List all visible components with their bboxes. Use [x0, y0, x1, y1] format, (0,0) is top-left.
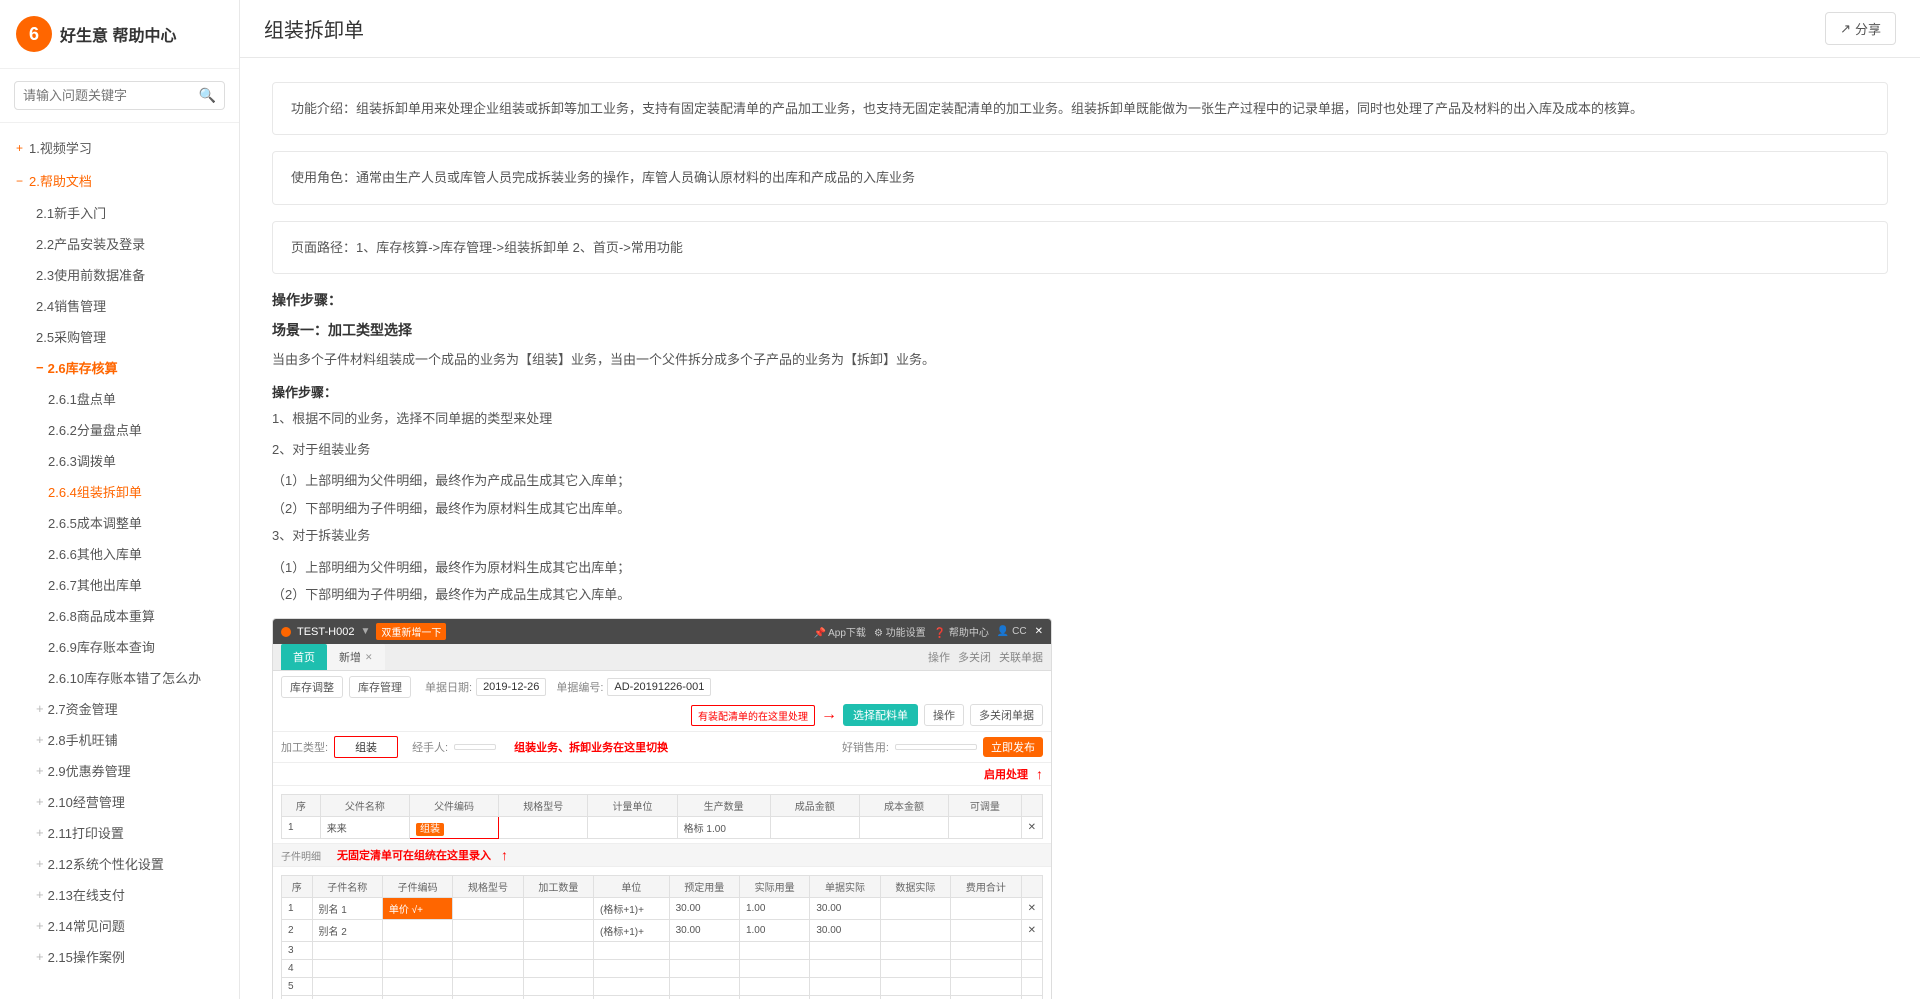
- sidebar-item-n23[interactable]: 2.3使用前数据准备: [0, 259, 239, 290]
- main-content: 组装拆卸单 ↗ 分享 功能介绍：组装拆卸单用来处理企业组装或拆卸等加工业务，支持…: [240, 0, 1920, 999]
- step3-1-text: （1）上部明细为父件明细，最终作为原材料生成其它出库单；: [272, 556, 1888, 579]
- sidebar-item-n269[interactable]: 2.6.9库存账本查询: [0, 631, 239, 662]
- mock-type-row: 加工类型: 组装 经手人: 组装业务、拆卸业务在这里切换 好销售用: 立即发布: [273, 732, 1051, 763]
- mock-btn-adjust[interactable]: 库存管理: [349, 676, 411, 698]
- sidebar-item-n26[interactable]: − 2.6库存核算: [0, 352, 239, 383]
- sidebar-item-n268[interactable]: 2.6.8商品成本重算: [0, 600, 239, 631]
- sidebar-item-video[interactable]: + 1.视频学习: [0, 131, 239, 164]
- sidebar-item-n261[interactable]: 2.6.1盘点单: [0, 383, 239, 414]
- ops-label2: 操作步骤：: [272, 382, 1888, 401]
- step3-text: 3、对于拆装业务: [272, 524, 1888, 547]
- sidebar-item-n262[interactable]: 2.6.2分量盘点单: [0, 414, 239, 445]
- page-title: 组装拆卸单: [264, 14, 364, 43]
- step2-2-text: （2）下部明细为子件明细，最终作为原材料生成其它出库单。: [272, 497, 1888, 520]
- sidebar-item-n265[interactable]: 2.6.5成本调整单: [0, 507, 239, 538]
- mock-btn-save[interactable]: 库存调整: [281, 676, 343, 698]
- intro-text-1: 功能介绍：组装拆卸单用来处理企业组装或拆卸等加工业务，支持有固定装配清单的产品加…: [291, 101, 1643, 116]
- mock-tab-active[interactable]: 首页: [281, 644, 327, 670]
- mock-lower-table: 序 子件名称 子件编码 规格型号 加工数量 单位 预定用量 实际用量 单据实际 …: [281, 875, 1043, 999]
- mock-btn-process[interactable]: 立即发布: [983, 737, 1043, 757]
- sidebar-item-n264[interactable]: 2.6.4组装拆卸单: [0, 476, 239, 507]
- search-input[interactable]: [23, 88, 199, 103]
- sidebar-item-n263[interactable]: 2.6.3调拨单: [0, 445, 239, 476]
- intro-block-1: 功能介绍：组装拆卸单用来处理企业组装或拆卸等加工业务，支持有固定装配清单的产品加…: [272, 82, 1888, 135]
- scene1-desc: 当由多个子件材料组装成一个成品的业务为【组装】业务，当由一个父件拆分成多个子产品…: [272, 348, 1888, 371]
- sidebar-item-n24[interactable]: 2.4销售管理: [0, 290, 239, 321]
- sidebar-item-n267[interactable]: 2.6.7其他出库单: [0, 569, 239, 600]
- mock-tab-close[interactable]: ✕: [365, 652, 373, 663]
- mock-btn-new[interactable]: 选择配料单: [843, 704, 918, 726]
- mock-upper-table-area: 序 父件名称 父件编码 规格型号 计量单位 生产数量 成品金额 成本金额 可调量: [273, 786, 1051, 843]
- nav-tree: + 1.视频学习 − 2.帮助文档 2.1新手入门 2.2产品安装及登录 2.3…: [0, 123, 239, 999]
- logo-area: 6 好生意 帮助中心: [0, 0, 239, 69]
- step1-text: 1、根据不同的业务，选择不同单据的类型来处理: [272, 407, 1888, 430]
- top-bar: 组装拆卸单 ↗ 分享: [240, 0, 1920, 58]
- sidebar-item-n2610[interactable]: 2.6.10库存账本错了怎么办: [0, 662, 239, 693]
- mock-section-divider: 子件明细 无固定清单可在组统在这里录入 ↑: [273, 843, 1051, 867]
- search-box: 🔍: [14, 81, 225, 110]
- sidebar: 6 好生意 帮助中心 🔍 + 1.视频学习 − 2.帮助文档 2.1新手入门 2…: [0, 0, 240, 999]
- step3-2-text: （2）下部明细为子件明细，最终作为产成品生成其它入库单。: [272, 583, 1888, 606]
- sidebar-item-n29[interactable]: + 2.9优惠券管理: [0, 755, 239, 786]
- sidebar-item-n25[interactable]: 2.5采购管理: [0, 321, 239, 352]
- mock-date: 2019-12-26: [476, 678, 546, 696]
- mock-cell-highlighted: 组装: [409, 817, 498, 839]
- sidebar-item-n215[interactable]: + 2.15操作案例: [0, 941, 239, 972]
- mock-type-select[interactable]: 组装: [334, 736, 398, 758]
- screenshot-mockup: TEST-H002 ▼ 双重新增一下 📌 App下载 ⚙ 功能设置 ❓ 帮助中心…: [272, 618, 1052, 999]
- annotation-processing: 有装配清单的在这里处理: [691, 705, 815, 726]
- mock-tab-bar: 首页 新增 ✕ 操作 多关闭 关联单据: [273, 644, 1051, 671]
- mock-titlebar: TEST-H002 ▼ 双重新增一下 📌 App下载 ⚙ 功能设置 ❓ 帮助中心…: [273, 619, 1051, 644]
- minus-icon: −: [36, 360, 44, 375]
- scene1-label: 场景一：加工类型选择: [272, 322, 412, 338]
- step2-1-text: （1）上部明细为父件明细，最终作为产成品生成其它入库单；: [272, 469, 1888, 492]
- intro-block-2: 使用角色：通常由生产人员或库管人员完成拆装业务的操作，库管人员确认原材料的出库和…: [272, 151, 1888, 204]
- mock-close-icon[interactable]: ✕: [1035, 626, 1043, 637]
- sidebar-item-n212[interactable]: + 2.12系统个性化设置: [0, 848, 239, 879]
- scene1-label-wrap: 场景一：加工类型选择: [272, 320, 1888, 340]
- collapse-icon: −: [16, 174, 23, 188]
- mock-title: TEST-H002: [297, 626, 354, 638]
- mock-lower-table-area: 序 子件名称 子件编码 规格型号 加工数量 单位 预定用量 实际用量 单据实际 …: [273, 867, 1051, 999]
- ops-section: 操作步骤： 场景一：加工类型选择 当由多个子件材料组装成一个成品的业务为【组装】…: [272, 290, 1888, 606]
- sidebar-item-n266[interactable]: 2.6.6其他入库单: [0, 538, 239, 569]
- expand-icon: +: [16, 141, 23, 155]
- path-block: 页面路径：1、库存核算->库存管理->组装拆卸单 2、首页->常用功能: [272, 221, 1888, 274]
- annotation-type: 组装业务、拆卸业务在这里切换: [514, 739, 668, 755]
- logo-text: 好生意 帮助中心: [60, 22, 176, 46]
- annotation-startup: 启用处理: [984, 766, 1028, 782]
- path-text: 页面路径：1、库存核算->库存管理->组装拆卸单 2、首页->常用功能: [291, 240, 683, 255]
- logo-dot: [281, 627, 291, 637]
- sidebar-item-docs[interactable]: − 2.帮助文档: [0, 164, 239, 197]
- sidebar-item-n210[interactable]: + 2.10经营管理: [0, 786, 239, 817]
- mock-tab-2[interactable]: 新增 ✕: [327, 644, 385, 670]
- mock-btn-edit[interactable]: 操作: [924, 704, 964, 726]
- search-area: 🔍: [0, 69, 239, 123]
- sidebar-item-n211[interactable]: + 2.11打印设置: [0, 817, 239, 848]
- content-area: 功能介绍：组装拆卸单用来处理企业组装或拆卸等加工业务，支持有固定装配清单的产品加…: [240, 58, 1920, 999]
- share-icon: ↗: [1840, 21, 1851, 37]
- mock-form-toolbar: 库存调整 库存管理 单据日期: 2019-12-26 单据编号: AD-2019…: [273, 671, 1051, 732]
- share-button[interactable]: ↗ 分享: [1825, 12, 1896, 45]
- sidebar-item-n213[interactable]: + 2.13在线支付: [0, 879, 239, 910]
- intro-text-2: 使用角色：通常由生产人员或库管人员完成拆装业务的操作，库管人员确认原材料的出库和…: [291, 170, 915, 185]
- mock-no: AD-20191226-001: [607, 678, 711, 696]
- search-icon[interactable]: 🔍: [199, 87, 216, 104]
- mock-btn-delete[interactable]: 多关闭单据: [970, 704, 1043, 726]
- sidebar-item-n27[interactable]: + 2.7资金管理: [0, 693, 239, 724]
- step2-text: 2、对于组装业务: [272, 438, 1888, 461]
- mock-upper-table: 序 父件名称 父件编码 规格型号 计量单位 生产数量 成品金额 成本金额 可调量: [281, 794, 1043, 839]
- sidebar-item-n28[interactable]: + 2.8手机旺铺: [0, 724, 239, 755]
- sidebar-item-n21[interactable]: 2.1新手入门: [0, 197, 239, 228]
- logo-icon: 6: [16, 16, 52, 52]
- annotation-nofixed: 无固定清单可在组统在这里录入: [337, 847, 491, 863]
- sidebar-item-n22[interactable]: 2.2产品安装及登录: [0, 228, 239, 259]
- ops-title: 操作步骤：: [272, 290, 1888, 310]
- sidebar-item-n214[interactable]: + 2.14常见问题: [0, 910, 239, 941]
